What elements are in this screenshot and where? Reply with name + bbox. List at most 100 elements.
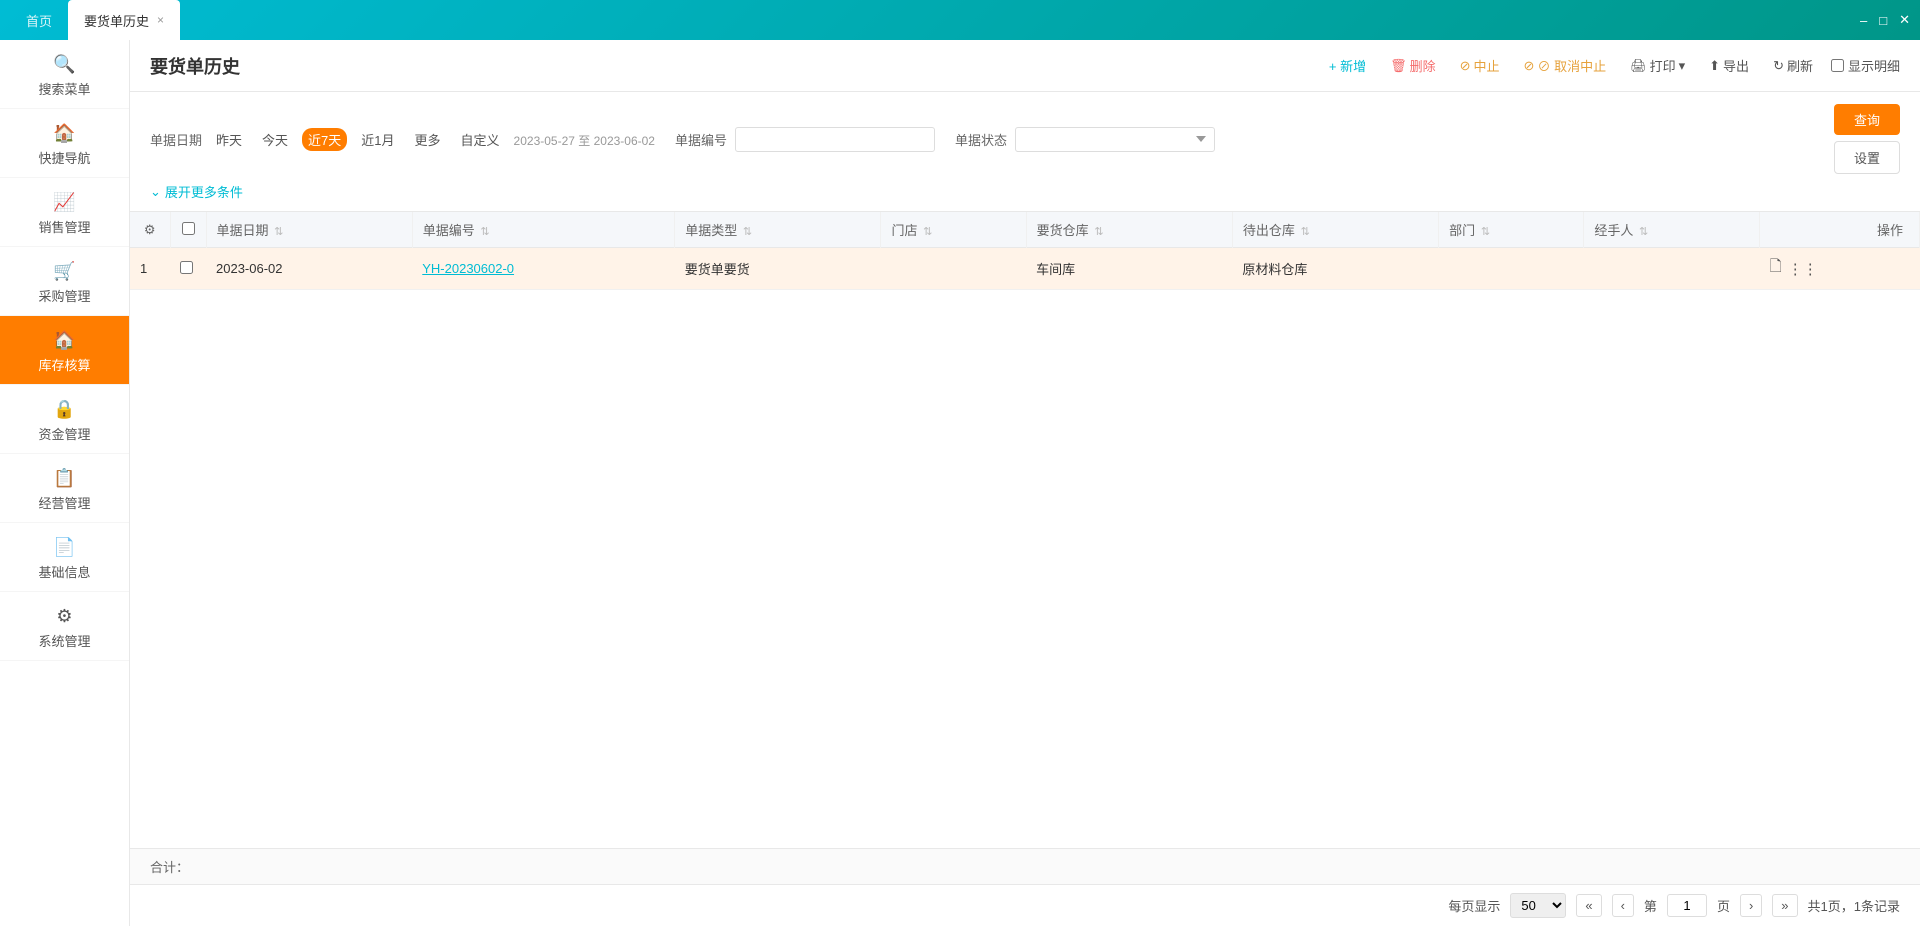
action-icons: 🗋 ⋮⋮ <box>1770 256 1910 281</box>
sort-store-icon: ⇅ <box>923 226 932 238</box>
th-handler[interactable]: 经手人 ⇅ <box>1584 212 1760 248</box>
print-dropdown-icon: ▾ <box>1679 58 1686 74</box>
sidebar-item-search-menu[interactable]: 🔍 搜索菜单 <box>0 40 129 109</box>
stop-icon: ⊘ <box>1460 58 1471 74</box>
view-action-icon[interactable]: 🗋 <box>1770 256 1782 281</box>
select-all-checkbox[interactable] <box>182 222 195 235</box>
th-settings[interactable]: ⚙ <box>130 212 170 248</box>
date-shortcut-custom[interactable]: 自定义 <box>455 128 506 151</box>
new-button[interactable]: + 新增 <box>1323 52 1372 79</box>
next-page-button[interactable]: › <box>1740 894 1762 917</box>
window-close[interactable]: ✕ <box>1899 12 1910 28</box>
th-store[interactable]: 门店 ⇅ <box>881 212 1026 248</box>
docno-label: 单据编号 <box>675 130 727 149</box>
sidebar-item-sales-mgmt[interactable]: 📈 销售管理 <box>0 178 129 247</box>
date-shortcut-1month[interactable]: 近1月 <box>355 128 400 151</box>
sidebar-item-quick-nav[interactable]: 🏠 快捷导航 <box>0 109 129 178</box>
date-shortcut-more[interactable]: 更多 <box>409 128 447 151</box>
sidebar-item-basic-info[interactable]: 📄 基础信息 <box>0 523 129 592</box>
row-doctype: 要货单要货 <box>675 248 881 290</box>
sys-mgmt-icon: ⚙ <box>56 606 72 627</box>
status-filter: 单据状态 <box>955 127 1215 152</box>
th-checkbox <box>170 212 206 248</box>
show-detail-button[interactable]: 显示明细 <box>1831 56 1900 75</box>
th-doctype[interactable]: 单据类型 ⇅ <box>675 212 881 248</box>
sidebar-item-purchase-mgmt[interactable]: 🛒 采购管理 <box>0 247 129 316</box>
page-header: 要货单历史 + 新增 🗑 删除 ⊘ 中止 ⊘ ⊘ 取消中止 � <box>130 40 1920 92</box>
basic-info-icon: 📄 <box>53 537 75 558</box>
print-button[interactable]: 🖨 打印 ▾ <box>1624 52 1691 79</box>
sidebar-item-ops-label: 经营管理 <box>38 493 90 512</box>
table-row: 1 2023-06-02 YH-20230602-0 要货单要货 车间库 原材料… <box>130 248 1920 290</box>
total-info: 共1页，1条记录 <box>1808 896 1900 915</box>
row-store <box>881 248 1026 290</box>
delete-icon: 🗑 <box>1390 58 1407 74</box>
sort-date-icon: ⇅ <box>274 226 283 238</box>
row-dept <box>1439 248 1584 290</box>
sidebar-item-inventory-calc[interactable]: 🏠 库存核算 <box>0 316 129 385</box>
date-shortcut-7days[interactable]: 近7天 <box>302 128 347 151</box>
window-maximize[interactable]: □ <box>1879 13 1887 28</box>
refresh-button[interactable]: ↻ 刷新 <box>1767 52 1819 79</box>
data-table: ⚙ 单据日期 ⇅ 单据编号 ⇅ 单据类型 <box>130 212 1920 290</box>
window-controls: – □ ✕ <box>1860 12 1910 28</box>
row-docno-link[interactable]: YH-20230602-0 <box>422 261 514 276</box>
query-button[interactable]: 查询 <box>1834 104 1900 135</box>
sidebar-item-fund-mgmt[interactable]: 🔒 资金管理 <box>0 385 129 454</box>
date-filter-label: 单据日期 <box>150 130 202 149</box>
sidebar-item-sys-mgmt[interactable]: ⚙ 系统管理 <box>0 592 129 661</box>
th-date[interactable]: 单据日期 ⇅ <box>206 212 412 248</box>
row-select-checkbox[interactable] <box>180 261 193 274</box>
print-icon: 🖨 <box>1630 58 1647 74</box>
inventory-calc-icon: 🏠 <box>53 330 75 351</box>
export-button[interactable]: ⬆ 导出 <box>1703 52 1755 79</box>
filter-row: 单据日期 昨天 今天 近7天 近1月 更多 自定义 2023-05-27 至 2… <box>150 104 1900 174</box>
th-docno[interactable]: 单据编号 ⇅ <box>412 212 674 248</box>
table-area: ⚙ 单据日期 ⇅ 单据编号 ⇅ 单据类型 <box>130 212 1920 848</box>
row-checkbox <box>170 248 206 290</box>
delete-btn-label: 删除 <box>1410 56 1436 75</box>
th-store-label: 门店 <box>891 223 917 238</box>
prev-page-button[interactable]: ‹ <box>1612 894 1634 917</box>
last-page-button[interactable]: » <box>1772 894 1797 917</box>
date-range-display: 2023-05-27 至 2023-06-02 <box>514 130 655 149</box>
main-layout: 🔍 搜索菜单 🏠 快捷导航 📈 销售管理 🛒 采购管理 🏠 库存核算 🔒 资金管… <box>0 40 1920 926</box>
tab-home[interactable]: 首页 <box>10 0 68 40</box>
tab-close-icon[interactable]: × <box>157 13 164 27</box>
cancel-stop-icon: ⊘ <box>1524 58 1535 74</box>
sort-docno-icon: ⇅ <box>480 226 489 238</box>
sidebar-item-ops-mgmt[interactable]: 📋 经营管理 <box>0 454 129 523</box>
page-label: 第 <box>1644 896 1657 915</box>
sort-dept-icon: ⇅ <box>1481 226 1490 238</box>
expand-chevron-icon: ⌄ <box>150 184 161 200</box>
cancel-stop-button[interactable]: ⊘ ⊘ 取消中止 <box>1518 52 1613 79</box>
per-page-select[interactable]: 50 10 20 100 <box>1510 893 1566 918</box>
show-detail-checkbox[interactable] <box>1831 59 1844 72</box>
sidebar-item-basic-label: 基础信息 <box>38 562 90 581</box>
row-handler <box>1584 248 1760 290</box>
th-handler-label: 经手人 <box>1594 223 1633 238</box>
date-shortcut-today[interactable]: 今天 <box>256 128 294 151</box>
th-dept[interactable]: 部门 ⇅ <box>1439 212 1584 248</box>
search-menu-icon: 🔍 <box>53 54 75 75</box>
delete-button[interactable]: 🗑 删除 <box>1384 52 1442 79</box>
date-shortcut-yesterday[interactable]: 昨天 <box>210 128 248 151</box>
export-btn-label: 导出 <box>1723 56 1749 75</box>
window-minimize[interactable]: – <box>1860 13 1867 28</box>
more-action-icon[interactable]: ⋮⋮ <box>1788 260 1818 278</box>
per-page-label: 每页显示 <box>1448 896 1500 915</box>
th-req-warehouse[interactable]: 要货仓库 ⇅ <box>1026 212 1232 248</box>
page-number-input[interactable] <box>1667 894 1707 917</box>
expand-more-button[interactable]: ⌄ 展开更多条件 <box>150 182 1900 201</box>
status-select[interactable] <box>1015 127 1215 152</box>
th-wait-warehouse[interactable]: 待出仓库 ⇅ <box>1232 212 1438 248</box>
stop-button[interactable]: ⊘ 中止 <box>1454 52 1506 79</box>
first-page-button[interactable]: « <box>1576 894 1601 917</box>
row-wait-warehouse: 原材料仓库 <box>1232 248 1438 290</box>
export-icon: ⬆ <box>1709 58 1720 74</box>
print-btn-label: 打印 <box>1650 56 1676 75</box>
tab-requisition-history[interactable]: 要货单历史 × <box>68 0 180 40</box>
date-filter: 单据日期 昨天 今天 近7天 近1月 更多 自定义 <box>150 128 506 151</box>
filter-settings-button[interactable]: 设置 <box>1834 141 1900 174</box>
docno-input[interactable] <box>735 127 935 152</box>
